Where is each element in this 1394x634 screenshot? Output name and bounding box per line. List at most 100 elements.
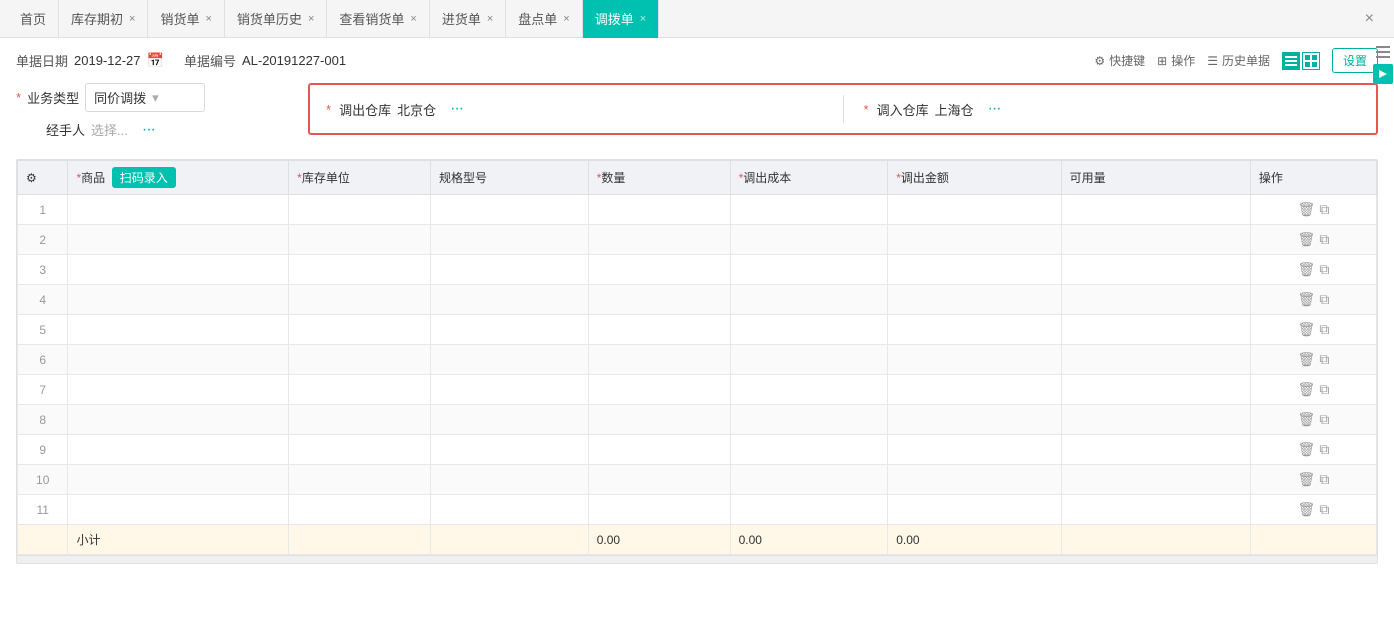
qty-cell[interactable] <box>588 495 730 525</box>
copy-icon[interactable]: ⧉ <box>1319 201 1329 217</box>
cost-cell[interactable] <box>730 405 888 435</box>
tab-transfer[interactable]: 调拨单 × <box>583 0 659 38</box>
delete-icon[interactable]: 🗑 <box>1298 501 1316 517</box>
amount-cell[interactable] <box>888 255 1061 285</box>
amount-cell[interactable] <box>888 285 1061 315</box>
qty-cell[interactable] <box>588 195 730 225</box>
qty-cell[interactable] <box>588 435 730 465</box>
qty-cell[interactable] <box>588 225 730 255</box>
cost-cell[interactable] <box>730 285 888 315</box>
product-cell[interactable] <box>68 435 289 465</box>
unit-cell[interactable] <box>289 495 431 525</box>
spec-cell[interactable] <box>431 405 589 435</box>
unit-cell[interactable] <box>289 225 431 255</box>
unit-cell[interactable] <box>289 375 431 405</box>
cost-cell[interactable] <box>730 195 888 225</box>
cost-cell[interactable] <box>730 375 888 405</box>
unit-cell[interactable] <box>289 255 431 285</box>
sidebar-list-icon[interactable] <box>1373 42 1393 62</box>
amount-cell[interactable] <box>888 495 1061 525</box>
product-cell[interactable] <box>68 225 289 255</box>
horizontal-scrollbar[interactable] <box>17 555 1377 563</box>
cost-cell[interactable] <box>730 465 888 495</box>
copy-icon[interactable]: ⧉ <box>1319 501 1329 517</box>
copy-icon[interactable]: ⧉ <box>1319 231 1329 247</box>
spec-cell[interactable] <box>431 345 589 375</box>
amount-cell[interactable] <box>888 375 1061 405</box>
amount-cell[interactable] <box>888 465 1061 495</box>
product-cell[interactable] <box>68 405 289 435</box>
product-cell[interactable] <box>68 195 289 225</box>
spec-cell[interactable] <box>431 435 589 465</box>
copy-icon[interactable]: ⧉ <box>1319 291 1329 307</box>
tab-stocktake[interactable]: 盘点单 × <box>506 0 582 38</box>
transfer-out-more-icon[interactable]: ··· <box>450 100 463 118</box>
spec-cell[interactable] <box>431 195 589 225</box>
cost-cell[interactable] <box>730 435 888 465</box>
copy-icon[interactable]: ⧉ <box>1319 441 1329 457</box>
copy-icon[interactable]: ⧉ <box>1319 381 1329 397</box>
copy-icon[interactable]: ⧉ <box>1319 351 1329 367</box>
delete-icon[interactable]: 🗑 <box>1298 231 1316 247</box>
delete-icon[interactable]: 🗑 <box>1298 201 1316 217</box>
qty-cell[interactable] <box>588 285 730 315</box>
spec-cell[interactable] <box>431 375 589 405</box>
delete-icon[interactable]: 🗑 <box>1298 381 1316 397</box>
delete-icon[interactable]: 🗑 <box>1298 291 1316 307</box>
biz-type-select[interactable]: 同价调拨 ▾ <box>85 83 205 112</box>
product-cell[interactable] <box>68 465 289 495</box>
tab-sales-order[interactable]: 销货单 × <box>148 0 224 38</box>
product-cell[interactable] <box>68 495 289 525</box>
spec-cell[interactable] <box>431 225 589 255</box>
copy-icon[interactable]: ⧉ <box>1319 471 1329 487</box>
copy-icon[interactable]: ⧉ <box>1319 411 1329 427</box>
cost-cell[interactable] <box>730 225 888 255</box>
spec-cell[interactable] <box>431 315 589 345</box>
amount-cell[interactable] <box>888 435 1061 465</box>
amount-cell[interactable] <box>888 405 1061 435</box>
amount-cell[interactable] <box>888 225 1061 255</box>
cost-cell[interactable] <box>730 315 888 345</box>
copy-icon[interactable]: ⧉ <box>1319 321 1329 337</box>
product-cell[interactable] <box>68 285 289 315</box>
product-cell[interactable] <box>68 345 289 375</box>
delete-icon[interactable]: 🗑 <box>1298 471 1316 487</box>
scan-btn[interactable]: 扫码录入 <box>112 167 176 188</box>
tab-view-sales[interactable]: 查看销货单 × <box>327 0 429 38</box>
tab-stocktake-close[interactable]: × <box>563 13 569 25</box>
qty-cell[interactable] <box>588 255 730 285</box>
close-all-button[interactable]: × <box>1353 10 1386 28</box>
delete-icon[interactable]: 🗑 <box>1298 351 1316 367</box>
tab-sales-order-close[interactable]: × <box>205 13 211 25</box>
person-more-icon[interactable]: ··· <box>142 121 155 139</box>
qty-cell[interactable] <box>588 375 730 405</box>
delete-icon[interactable]: 🗑 <box>1298 411 1316 427</box>
tab-sales-history-close[interactable]: × <box>308 13 314 25</box>
qty-cell[interactable] <box>588 465 730 495</box>
operation-action[interactable]: ⊞ 操作 <box>1157 52 1195 69</box>
amount-cell[interactable] <box>888 345 1061 375</box>
delete-icon[interactable]: 🗑 <box>1298 441 1316 457</box>
shortcut-action[interactable]: ⚙ 快捷键 <box>1094 52 1145 69</box>
tab-purchase-order[interactable]: 进货单 × <box>430 0 506 38</box>
unit-cell[interactable] <box>289 285 431 315</box>
tab-inventory-init-close[interactable]: × <box>129 13 135 25</box>
unit-cell[interactable] <box>289 195 431 225</box>
cost-cell[interactable] <box>730 345 888 375</box>
spec-cell[interactable] <box>431 465 589 495</box>
delete-icon[interactable]: 🗑 <box>1298 261 1316 277</box>
delete-icon[interactable]: 🗑 <box>1298 321 1316 337</box>
unit-cell[interactable] <box>289 315 431 345</box>
unit-cell[interactable] <box>289 435 431 465</box>
tab-purchase-order-close[interactable]: × <box>487 13 493 25</box>
spec-cell[interactable] <box>431 495 589 525</box>
qty-cell[interactable] <box>588 315 730 345</box>
product-cell[interactable] <box>68 255 289 285</box>
gear-icon[interactable]: ⚙ <box>26 171 37 185</box>
unit-cell[interactable] <box>289 405 431 435</box>
transfer-out-value[interactable]: 北京仓 <box>397 100 436 119</box>
person-input[interactable]: 选择... <box>91 120 128 139</box>
cost-cell[interactable] <box>730 255 888 285</box>
history-action[interactable]: ☰ 历史单据 <box>1207 52 1270 69</box>
cost-cell[interactable] <box>730 495 888 525</box>
